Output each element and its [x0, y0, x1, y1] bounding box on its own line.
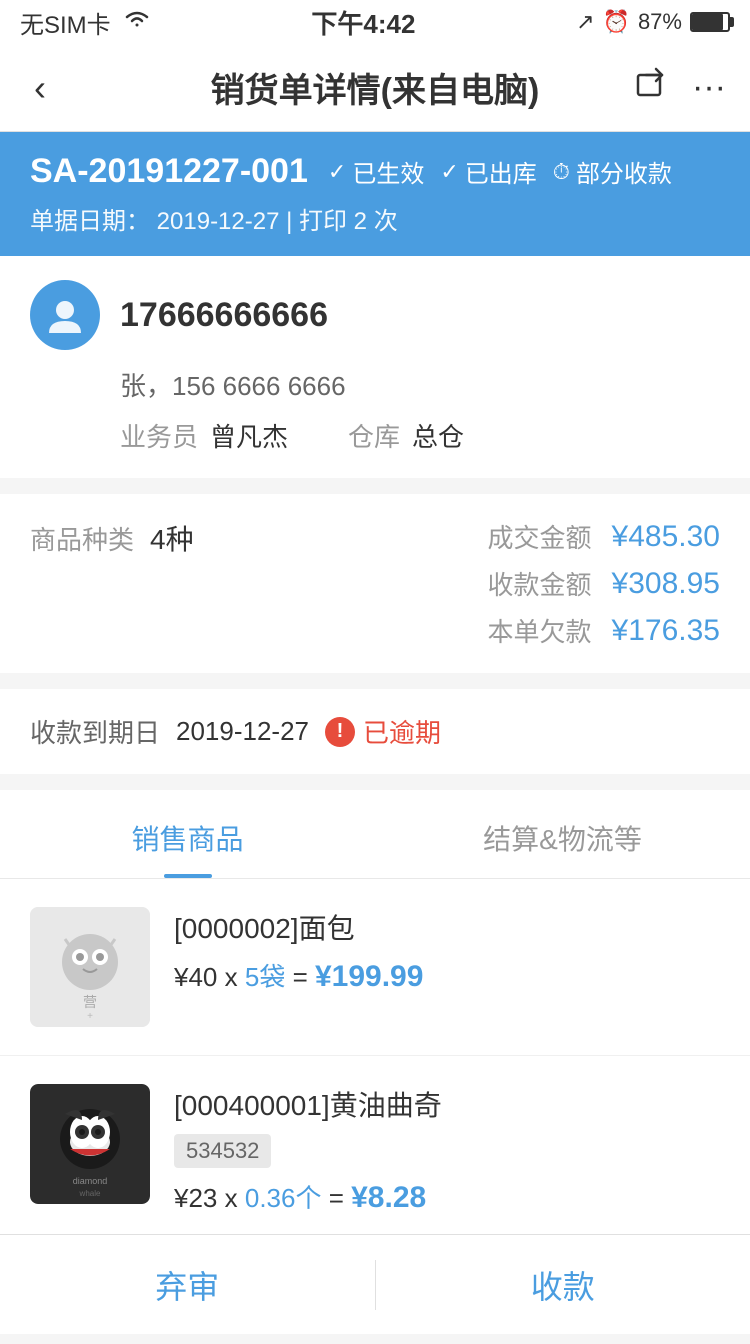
products-section: 营 + [0000002]面包 ¥40 x 5袋 = ¥199.99: [0, 879, 750, 1244]
product-info-1: [0000002]面包 ¥40 x 5袋 = ¥199.99: [174, 907, 720, 994]
product-qty-1: 5袋: [245, 962, 285, 992]
status-bar-left: 无SIM卡: [20, 5, 151, 40]
badge-effective: ✓ 已生效: [328, 154, 424, 189]
salesperson-value: 曾凡杰: [210, 417, 288, 454]
stats-right: 成交金额 ¥485.30 收款金额 ¥308.95 本单欠款 ¥176.35: [488, 518, 720, 649]
tab-sales-products[interactable]: 销售商品: [0, 790, 375, 878]
due-date-section: 收款到期日 2019-12-27 ! 已逾期: [0, 689, 750, 774]
svg-text:whale: whale: [79, 1189, 101, 1198]
avatar: [30, 280, 100, 350]
product-name-2: [000400001]黄油曲奇: [174, 1084, 720, 1124]
due-date-label: 收款到期日: [30, 713, 160, 750]
more-icon[interactable]: ···: [692, 68, 726, 107]
print-info: | 打印 2 次: [286, 208, 398, 235]
warehouse-label: 仓库: [348, 417, 400, 454]
product-name-1: [0000002]面包: [174, 907, 720, 947]
warehouse-value: 总仓: [412, 417, 464, 454]
reject-button[interactable]: 弃审: [0, 1242, 375, 1328]
customer-section: 17666666666 张，156 6666 6666 业务员 曾凡杰 仓库 总…: [0, 256, 750, 478]
transaction-amount-label: 成交金额: [488, 518, 592, 555]
product-price-row-1: ¥40 x 5袋 = ¥199.99: [174, 957, 720, 994]
received-amount-row: 收款金额 ¥308.95: [488, 565, 720, 602]
product-item-2: diamond whale [000400001]黄油曲奇 534532 ¥23…: [0, 1056, 750, 1244]
product-image-2: diamond whale: [30, 1084, 150, 1204]
transaction-amount-value: ¥485.30: [612, 520, 720, 554]
product-type-value: 4种: [150, 518, 194, 558]
page-title: 销货单详情(来自电脑): [211, 63, 540, 112]
tabs-header: 销售商品 结算&物流等: [0, 790, 750, 879]
tab-settlement[interactable]: 结算&物流等: [375, 790, 750, 878]
carrier-text: 无SIM卡: [20, 5, 111, 40]
product-type-row: 商品种类 4种: [30, 518, 194, 558]
clock-icon: ⏱: [553, 159, 570, 185]
overdue-icon: !: [325, 717, 355, 747]
badge-partial-payment: ⏱ 部分收款: [553, 154, 672, 189]
svg-text:+: +: [87, 1011, 93, 1022]
customer-name-value: 张，156 6666 6666: [120, 366, 346, 403]
product-sku-2: 534532: [174, 1134, 271, 1168]
product-qty-2: 0.36个: [245, 1183, 322, 1213]
order-badges: ✓ 已生效 ✓ 已出库 ⏱ 部分收款: [328, 154, 672, 189]
badge-shipped: ✓ 已出库: [440, 154, 536, 189]
check-icon-2: ✓: [440, 159, 458, 185]
svg-text:diamond: diamond: [73, 1176, 108, 1186]
status-bar-right: ↗ ⏰ 87%: [576, 9, 730, 35]
product-type-label: 商品种类: [30, 520, 134, 557]
owed-amount-row: 本单欠款 ¥176.35: [488, 612, 720, 649]
customer-details: 张，156 6666 6666: [30, 366, 720, 403]
warehouse-item: 仓库 总仓: [348, 417, 464, 454]
order-date-value: 2019-12-27: [157, 208, 280, 235]
customer-info-row: 业务员 曾凡杰 仓库 总仓: [30, 417, 720, 454]
product-total-2: ¥8.28: [351, 1181, 426, 1214]
check-icon-1: ✓: [328, 159, 346, 185]
customer-name-item: 张，156 6666 6666: [120, 366, 346, 403]
wifi-icon: [123, 8, 151, 36]
date-label: 单据日期：: [30, 208, 150, 235]
tabs-section: 销售商品 结算&物流等: [0, 790, 750, 879]
product-image-1: 营 +: [30, 907, 150, 1027]
product-info-2: [000400001]黄油曲奇 534532 ¥23 x 0.36个 = ¥8.…: [174, 1084, 720, 1215]
product-item: 营 + [0000002]面包 ¥40 x 5袋 = ¥199.99: [0, 879, 750, 1056]
order-date-info: 单据日期： 2019-12-27 | 打印 2 次: [30, 201, 720, 236]
share-icon[interactable]: [636, 67, 668, 108]
product-price-row-2: ¥23 x 0.36个 = ¥8.28: [174, 1178, 720, 1215]
customer-top: 17666666666: [30, 280, 720, 350]
stats-left: 商品种类 4种: [30, 518, 194, 558]
owed-amount-value: ¥176.35: [612, 614, 720, 648]
overdue-text: 已逾期: [363, 713, 441, 750]
alarm-icon: ⏰: [603, 9, 630, 35]
salesperson-item: 业务员 曾凡杰: [120, 417, 288, 454]
nav-actions: ···: [636, 67, 726, 108]
collect-payment-button[interactable]: 收款: [376, 1242, 750, 1328]
svg-text:营: 营: [83, 994, 97, 1010]
bottom-bar: 弃审 收款: [0, 1234, 750, 1334]
product-total-1: ¥199.99: [315, 960, 423, 993]
owed-amount-label: 本单欠款: [488, 612, 592, 649]
order-banner: SA-20191227-001 ✓ 已生效 ✓ 已出库 ⏱ 部分收款 单据日期：…: [0, 132, 750, 256]
product-unit-price-2: ¥23: [174, 1183, 217, 1213]
overdue-badge: ! 已逾期: [325, 713, 441, 750]
received-amount-label: 收款金额: [488, 565, 592, 602]
order-id: SA-20191227-001: [30, 152, 308, 191]
salesperson-label: 业务员: [120, 417, 198, 454]
customer-account: 17666666666: [120, 296, 328, 335]
stats-section: 商品种类 4种 成交金额 ¥485.30 收款金额 ¥308.95 本单欠款 ¥…: [0, 494, 750, 673]
status-bar: 无SIM卡 下午4:42 ↗ ⏰ 87%: [0, 0, 750, 44]
back-button[interactable]: ‹: [24, 57, 56, 119]
due-date-value: 2019-12-27: [176, 716, 309, 747]
product-unit-price-1: ¥40: [174, 962, 217, 992]
location-icon: ↗: [576, 9, 594, 35]
battery-text: 87%: [638, 9, 682, 35]
received-amount-value: ¥308.95: [612, 567, 720, 601]
battery-icon: [690, 12, 730, 32]
transaction-amount-row: 成交金额 ¥485.30: [488, 518, 720, 555]
status-bar-time: 下午4:42: [311, 4, 415, 41]
nav-bar: ‹ 销货单详情(来自电脑) ···: [0, 44, 750, 132]
